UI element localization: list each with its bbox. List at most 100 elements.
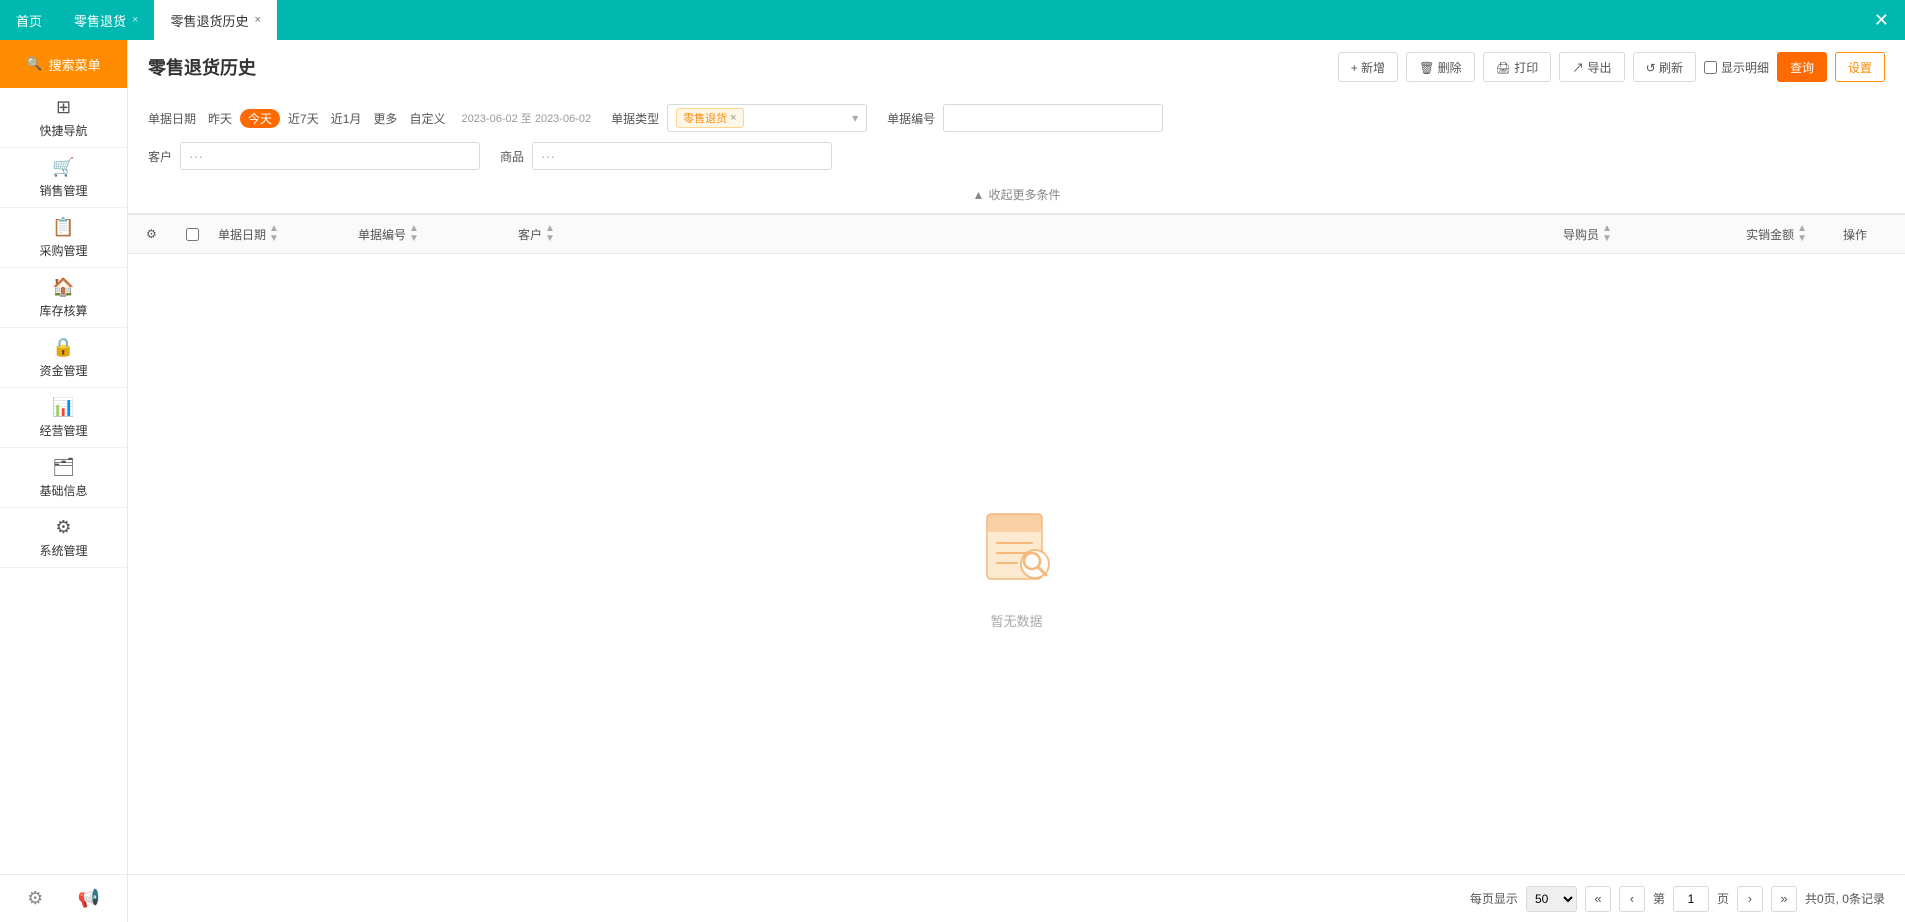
th-doc-date[interactable]: 单据日期 ▲▼ — [210, 224, 350, 244]
settings-icon[interactable]: ⚙ — [27, 888, 43, 909]
date-more[interactable]: 更多 — [369, 109, 401, 128]
finance-icon: 🔒 — [52, 337, 74, 358]
total-label: 共0页, 0条记录 — [1805, 890, 1885, 907]
prev-page-button[interactable]: ‹ — [1619, 886, 1645, 912]
sidebar-search[interactable]: 🔍 搜索菜单 — [0, 40, 127, 88]
filter-doc-date: 单据日期 昨天 今天 近7天 近1月 更多 自定义 2023-06-02 至 2… — [148, 109, 591, 128]
date-range-display: 2023-06-02 至 2023-06-02 — [461, 110, 591, 126]
sidebar-item-base-info[interactable]: 🗂 基础信息 — [0, 448, 127, 508]
filter-row-1: 单据日期 昨天 今天 近7天 近1月 更多 自定义 2023-06-02 至 2… — [148, 104, 1885, 132]
customer-dots: ··· — [189, 148, 203, 164]
export-button[interactable]: ↗ 导出 — [1559, 52, 1624, 82]
goods-dots: ··· — [541, 148, 555, 164]
filter-doc-no: 单据编号 — [887, 104, 1163, 132]
th-customer[interactable]: 客户 ▲▼ — [510, 224, 1555, 244]
tab-retail-return-close[interactable]: × — [132, 14, 138, 26]
top-bar: 首页 零售退货 × 零售退货历史 × ✕ — [0, 0, 1905, 40]
doc-type-tag: 零售退货 × — [676, 108, 743, 128]
tab-retail-return[interactable]: 零售退货 × — [58, 0, 154, 40]
th-settings[interactable]: ⚙ — [138, 227, 174, 241]
filter-area: 单据日期 昨天 今天 近7天 近1月 更多 自定义 2023-06-02 至 2… — [148, 94, 1885, 213]
main-layout: 🔍 搜索菜单 ⊞ 快捷导航 🛒 销售管理 📋 采购管理 🏠 库存核算 🔒 资金管… — [0, 40, 1905, 922]
table-header: ⚙ 单据日期 ▲▼ 单据编号 ▲▼ 客户 ▲▼ 导购员 — [128, 214, 1905, 254]
pagination: 每页显示 50 10 20 100 « ‹ 第 页 › » 共0页, 0条记录 — [128, 874, 1905, 922]
sidebar-bottom: ⚙ 📢 — [0, 874, 127, 922]
close-window-button[interactable]: ✕ — [1858, 10, 1905, 31]
purchase-icon: 📋 — [52, 217, 74, 238]
goods-label: 商品 — [500, 148, 524, 165]
date-today[interactable]: 今天 — [240, 109, 280, 128]
page-input[interactable] — [1673, 886, 1709, 912]
tab-retail-return-history[interactable]: 零售退货历史 × — [154, 0, 276, 40]
delete-button[interactable]: 🗑 删除 — [1406, 52, 1475, 82]
sidebar-item-operations[interactable]: 📊 经营管理 — [0, 388, 127, 448]
sidebar-item-purchase-mgmt[interactable]: 📋 采购管理 — [0, 208, 127, 268]
th-customer-label: 客户 — [518, 226, 542, 243]
setting-button[interactable]: 设置 — [1835, 52, 1885, 82]
per-page-label: 每页显示 — [1470, 890, 1518, 907]
show-detail-checkbox[interactable] — [1704, 61, 1717, 74]
sidebar-search-label: 搜索菜单 — [49, 55, 101, 74]
sales-icon: 🛒 — [52, 157, 74, 178]
customer-select[interactable]: ··· — [180, 142, 480, 170]
date-yesterday[interactable]: 昨天 — [204, 109, 236, 128]
empty-state: 暂无数据 — [128, 254, 1905, 874]
doc-type-label: 单据类型 — [611, 110, 659, 127]
filter-doc-type: 单据类型 零售退货 × ▾ — [611, 104, 867, 132]
page-label: 第 — [1653, 890, 1665, 907]
sort-doc-no-icon: ▲▼ — [409, 224, 419, 244]
sort-amount-icon: ▲▼ — [1797, 224, 1807, 244]
doc-type-tag-remove[interactable]: × — [730, 112, 736, 124]
doc-no-input[interactable] — [943, 104, 1163, 132]
new-button[interactable]: + 新增 — [1338, 52, 1398, 82]
last-page-button[interactable]: » — [1771, 886, 1797, 912]
sidebar-item-inventory-label: 库存核算 — [39, 302, 87, 319]
sort-customer-icon: ▲▼ — [545, 224, 555, 244]
per-page-select[interactable]: 50 10 20 100 — [1526, 886, 1577, 912]
sidebar-item-inventory[interactable]: 🏠 库存核算 — [0, 268, 127, 328]
filter-goods: 商品 ··· — [500, 142, 832, 170]
date-7days[interactable]: 近7天 — [284, 109, 323, 128]
empty-text: 暂无数据 — [990, 611, 1042, 630]
first-page-button[interactable]: « — [1585, 886, 1611, 912]
collapse-icon: ▲ — [973, 188, 985, 202]
operations-icon: 📊 — [52, 397, 74, 418]
date-custom[interactable]: 自定义 — [405, 109, 449, 128]
th-amount[interactable]: 实销金额 ▲▼ — [1695, 224, 1815, 244]
select-all-checkbox[interactable] — [186, 228, 199, 241]
sidebar-item-quick-nav-label: 快捷导航 — [39, 122, 87, 139]
settings-col-icon: ⚙ — [146, 227, 157, 241]
sidebar: 🔍 搜索菜单 ⊞ 快捷导航 🛒 销售管理 📋 采购管理 🏠 库存核算 🔒 资金管… — [0, 40, 128, 922]
print-button[interactable]: 🖨 打印 — [1483, 52, 1552, 82]
th-doc-no-label: 单据编号 — [358, 226, 406, 243]
sidebar-item-finance-label: 资金管理 — [39, 362, 87, 379]
goods-select[interactable]: ··· — [532, 142, 832, 170]
query-button[interactable]: 查询 — [1777, 52, 1827, 82]
empty-illustration — [967, 499, 1067, 599]
collapse-bar[interactable]: ▲ 收起更多条件 — [148, 180, 1885, 213]
th-amount-label: 实销金额 — [1746, 226, 1794, 243]
filter-customer: 客户 ··· — [148, 142, 480, 170]
next-page-button[interactable]: › — [1737, 886, 1763, 912]
tab-home[interactable]: 首页 — [0, 0, 58, 40]
sidebar-item-operations-label: 经营管理 — [39, 422, 87, 439]
th-guide[interactable]: 导购员 ▲▼ — [1555, 224, 1695, 244]
refresh-button[interactable]: ↺ 刷新 — [1633, 52, 1696, 82]
volume-icon[interactable]: 📢 — [77, 888, 99, 909]
th-action: 操作 — [1815, 226, 1895, 243]
show-detail-label: 显示明细 — [1721, 59, 1769, 76]
sort-guide-icon: ▲▼ — [1602, 224, 1612, 244]
th-doc-no[interactable]: 单据编号 ▲▼ — [350, 224, 510, 244]
inventory-icon: 🏠 — [52, 277, 74, 298]
tab-retail-return-history-label: 零售退货历史 — [170, 11, 248, 30]
sidebar-item-system[interactable]: ⚙ 系统管理 — [0, 508, 127, 568]
tab-retail-return-history-close[interactable]: × — [254, 14, 260, 26]
sidebar-item-quick-nav[interactable]: ⊞ 快捷导航 — [0, 88, 127, 148]
page-header: 零售退货历史 + 新增 🗑 删除 🖨 打印 ↗ 导出 ↺ 刷新 显示明细 查询 … — [128, 40, 1905, 214]
date-1month[interactable]: 近1月 — [327, 109, 366, 128]
sidebar-item-finance[interactable]: 🔒 资金管理 — [0, 328, 127, 388]
sidebar-item-sales-mgmt[interactable]: 🛒 销售管理 — [0, 148, 127, 208]
doc-type-chevron-icon: ▾ — [852, 111, 858, 125]
doc-type-select[interactable]: 零售退货 × ▾ — [667, 104, 867, 132]
th-checkbox[interactable] — [174, 228, 210, 241]
